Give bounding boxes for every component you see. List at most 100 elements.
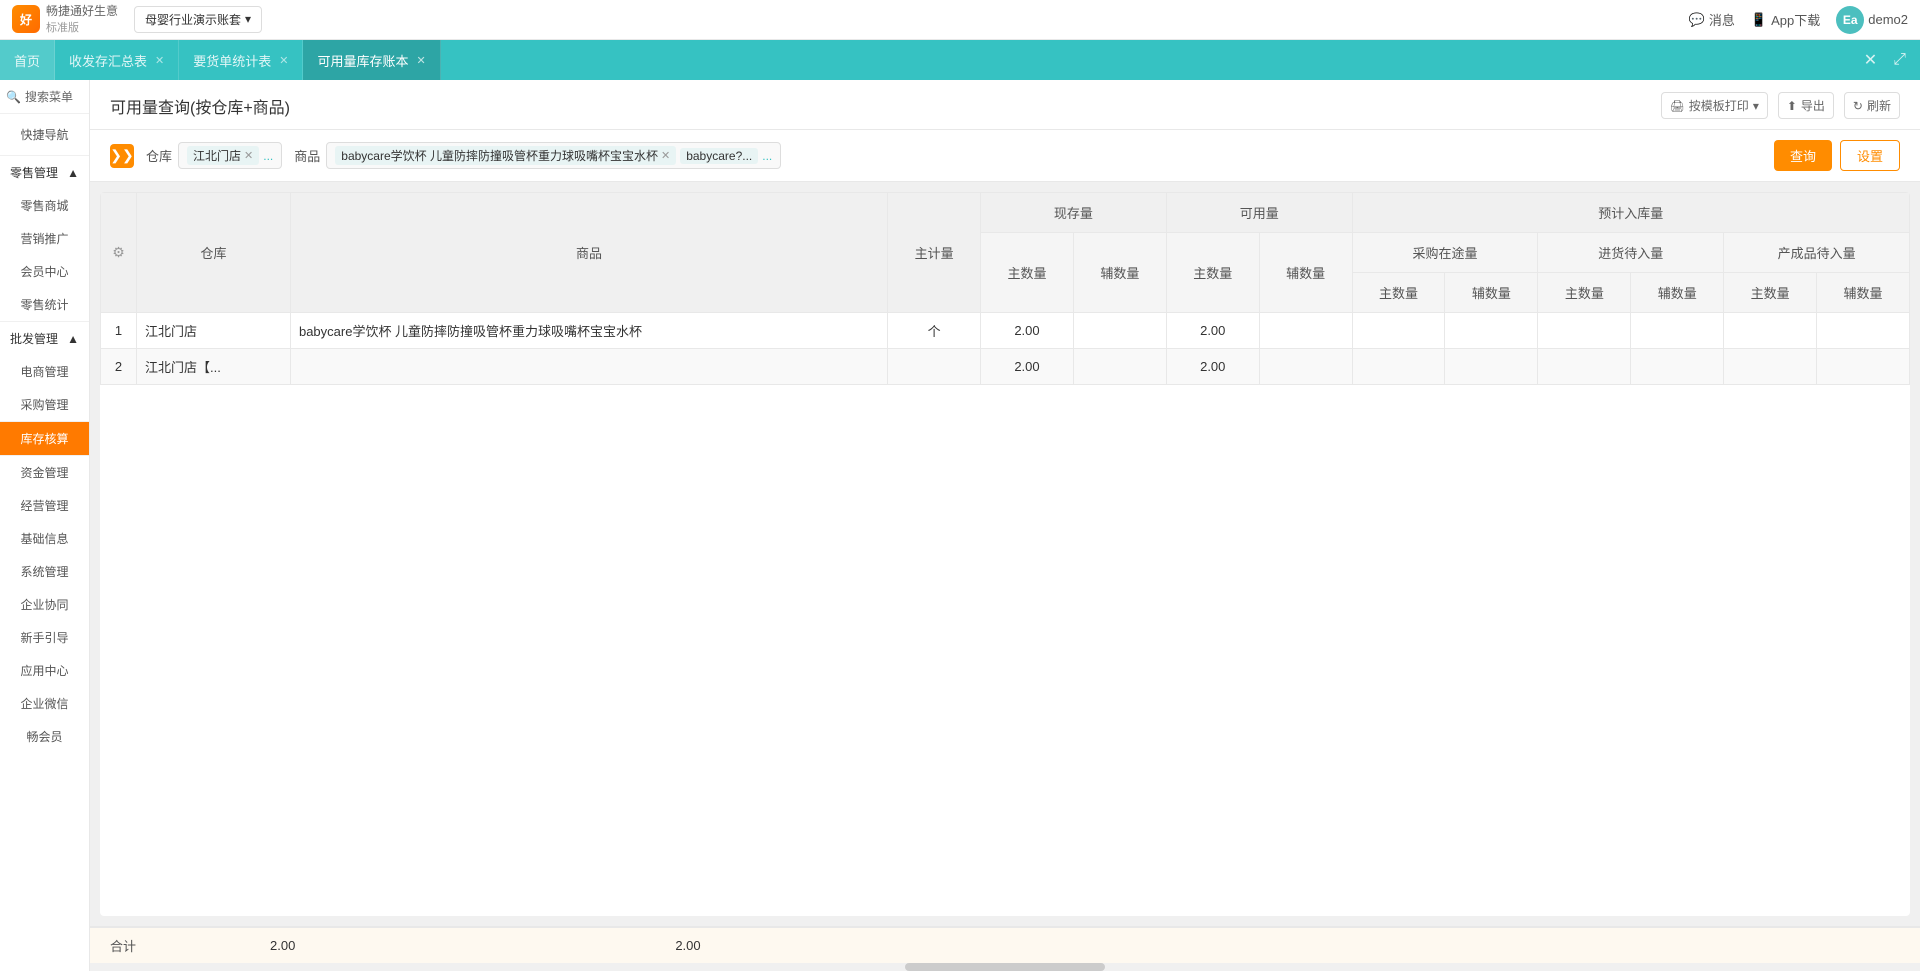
sidebar-item-ecommerce[interactable]: 电商管理	[0, 355, 89, 388]
inventory-table: ⚙ 仓库 商品 主计量 现存量 可用量 预计入库量 主数量 辅数量 主数量 辅数…	[100, 192, 1910, 385]
tab-order-stats-close[interactable]: ✕	[279, 54, 288, 67]
page-actions: 🖨 按模板打印 ▾ ⬆ 导出 ↻ 刷新	[1661, 92, 1900, 119]
user-area[interactable]: Ea demo2	[1836, 6, 1908, 34]
template-print-label: 按模板打印	[1689, 97, 1749, 114]
sidebar-item-retail-mall[interactable]: 零售商城	[0, 189, 89, 222]
sidebar-item-members[interactable]: 会员中心	[0, 255, 89, 288]
window-expand-btn[interactable]: ⤢	[1889, 47, 1910, 73]
message-btn[interactable]: 💬 消息	[1689, 10, 1735, 29]
sidebar-search[interactable]: 🔍 搜索菜单	[0, 80, 89, 114]
tab-available-inventory[interactable]: 可用量库存账本 ✕	[303, 40, 440, 80]
export-label: 导出	[1801, 97, 1825, 114]
col-avail-aux: 辅数量	[1259, 233, 1352, 313]
export-icon: ⬆	[1787, 99, 1797, 113]
row1-inbound-main	[1538, 313, 1631, 349]
logo-text-area: 畅捷通好生意 标准版	[46, 4, 118, 34]
product-tag-value: babycare学饮杯 儿童防摔防撞吸管杯重力球吸嘴杯宝宝水杯	[341, 147, 658, 164]
tenant-selector[interactable]: 母婴行业演示账套 ▾	[134, 6, 262, 33]
sidebar-item-system[interactable]: 系统管理	[0, 555, 89, 588]
tab-receivable-close[interactable]: ✕	[155, 54, 164, 67]
refresh-icon: ↻	[1853, 99, 1863, 113]
sidebar-item-membership[interactable]: 畅会员	[0, 720, 89, 753]
group-avail-main: 2.00	[1166, 349, 1259, 385]
horizontal-scrollbar[interactable]	[90, 963, 1920, 971]
row1-inbound-aux	[1631, 313, 1724, 349]
sidebar-item-quick-nav[interactable]: 快捷导航	[0, 118, 89, 151]
warehouse-input[interactable]: 江北门店 ✕ ...	[178, 142, 282, 169]
sidebar-quick-nav: 快捷导航	[0, 114, 89, 156]
sidebar-item-marketing[interactable]: 营销推广	[0, 222, 89, 255]
row1-purchase-aux	[1445, 313, 1538, 349]
sidebar-item-wechat[interactable]: 企业微信	[0, 687, 89, 720]
tenant-name: 母婴行业演示账套	[145, 11, 241, 28]
product-input[interactable]: babycare学饮杯 儿童防摔防撞吸管杯重力球吸嘴杯宝宝水杯 ✕ babyca…	[326, 142, 781, 169]
main-layout: 🔍 搜索菜单 快捷导航 零售管理 ▲ 零售商城 营销推广 会员中心 零售统计 批…	[0, 80, 1920, 971]
group-warehouse: 江北门店【...	[137, 349, 291, 385]
group-avail-aux	[1259, 349, 1352, 385]
summary-current-main: 2.00	[270, 938, 295, 953]
home-tab-label: 首页	[14, 51, 40, 70]
export-btn[interactable]: ⬆ 导出	[1778, 92, 1834, 119]
group-production-main	[1724, 349, 1817, 385]
setting-btn[interactable]: 设置	[1840, 140, 1900, 171]
scrollbar-thumb[interactable]	[905, 963, 1105, 971]
sidebar-item-purchase[interactable]: 采购管理	[0, 388, 89, 421]
top-bar-right: 💬 消息 📱 App下载 Ea demo2	[1689, 6, 1908, 34]
query-btn[interactable]: 查询	[1774, 140, 1832, 171]
sidebar-section-retail: 零售管理 ▲ 零售商城 营销推广 会员中心 零售统计	[0, 156, 89, 322]
row1-product: babycare学饮杯 儿童防摔防撞吸管杯重力球吸嘴杯宝宝水杯	[290, 313, 887, 349]
product-tag2-value: babycare?...	[686, 149, 752, 163]
template-print-btn[interactable]: 🖨 按模板打印 ▾	[1661, 92, 1768, 119]
group-inbound-aux	[1631, 349, 1724, 385]
sidebar: 🔍 搜索菜单 快捷导航 零售管理 ▲ 零售商城 营销推广 会员中心 零售统计 批…	[0, 80, 90, 971]
summary-values: 2.00 2.00	[270, 938, 1900, 953]
col-planned-inbound: 预计入库量	[1352, 193, 1909, 233]
warehouse-more[interactable]: ...	[263, 149, 273, 163]
col-current-main: 主数量	[981, 233, 1074, 313]
sidebar-item-operations[interactable]: 经营管理	[0, 489, 89, 522]
col-avail-main: 主数量	[1166, 233, 1259, 313]
tab-receivable-summary[interactable]: 收发存汇总表 ✕	[55, 40, 179, 80]
col-production: 产成品待入量	[1724, 233, 1910, 273]
chevron-retail-icon: ▲	[67, 166, 79, 180]
warehouse-tag-remove[interactable]: ✕	[244, 149, 253, 162]
sidebar-retail-header[interactable]: 零售管理 ▲	[0, 156, 89, 189]
col-inbound-aux: 辅数量	[1631, 273, 1724, 313]
col-current-aux: 辅数量	[1073, 233, 1166, 313]
tab-available-inventory-label: 可用量库存账本	[317, 51, 408, 70]
sidebar-item-retail-stats[interactable]: 零售统计	[0, 288, 89, 321]
top-bar-left: 好 畅捷通好生意 标准版 母婴行业演示账套 ▾	[12, 4, 262, 34]
sidebar-item-inventory[interactable]: 库存核算	[0, 422, 89, 455]
nav-tabs: 首页 收发存汇总表 ✕ 要货单统计表 ✕ 可用量库存账本 ✕ ✕ ⤢	[0, 40, 1920, 80]
tab-available-inventory-close[interactable]: ✕	[417, 54, 426, 67]
sidebar-item-finance[interactable]: 资金管理	[0, 456, 89, 489]
col-warehouse: 仓库	[137, 193, 291, 313]
logo-text: 畅捷通好生意	[46, 4, 118, 18]
summary-row: 合计 2.00 2.00	[90, 926, 1920, 963]
window-close-btn[interactable]: ✕	[1860, 46, 1881, 74]
sidebar-item-newbie[interactable]: 新手引导	[0, 621, 89, 654]
col-unit: 主计量	[888, 193, 981, 313]
app-download-label: App下载	[1771, 10, 1820, 29]
col-inbound-main: 主数量	[1538, 273, 1631, 313]
gear-icon[interactable]: ⚙	[112, 244, 125, 260]
table-row: 1 江北门店 babycare学饮杯 儿童防摔防撞吸管杯重力球吸嘴杯宝宝水杯 个…	[101, 313, 1910, 349]
filter-toggle-btn[interactable]: ❯❯	[110, 144, 134, 168]
sidebar-wholesale-header[interactable]: 批发管理 ▲	[0, 322, 89, 355]
sidebar-item-basic-info[interactable]: 基础信息	[0, 522, 89, 555]
group-purchase-main	[1352, 349, 1445, 385]
refresh-btn[interactable]: ↻ 刷新	[1844, 92, 1900, 119]
product-more[interactable]: ...	[762, 149, 772, 163]
sidebar-item-enterprise[interactable]: 企业协同	[0, 588, 89, 621]
tab-home[interactable]: 首页	[0, 40, 55, 80]
tab-order-stats[interactable]: 要货单统计表 ✕	[179, 40, 303, 80]
warehouse-tag-value: 江北门店	[193, 147, 241, 164]
user-name: demo2	[1868, 12, 1908, 27]
sidebar-item-app-center[interactable]: 应用中心	[0, 654, 89, 687]
app-download-btn[interactable]: 📱 App下载	[1751, 10, 1820, 29]
sidebar-search-label: 搜索菜单	[25, 88, 73, 105]
product-tag-remove[interactable]: ✕	[661, 149, 670, 162]
group-production-aux	[1817, 349, 1910, 385]
sidebar-section-inventory: 库存核算	[0, 422, 89, 456]
row1-warehouse: 江北门店	[137, 313, 291, 349]
